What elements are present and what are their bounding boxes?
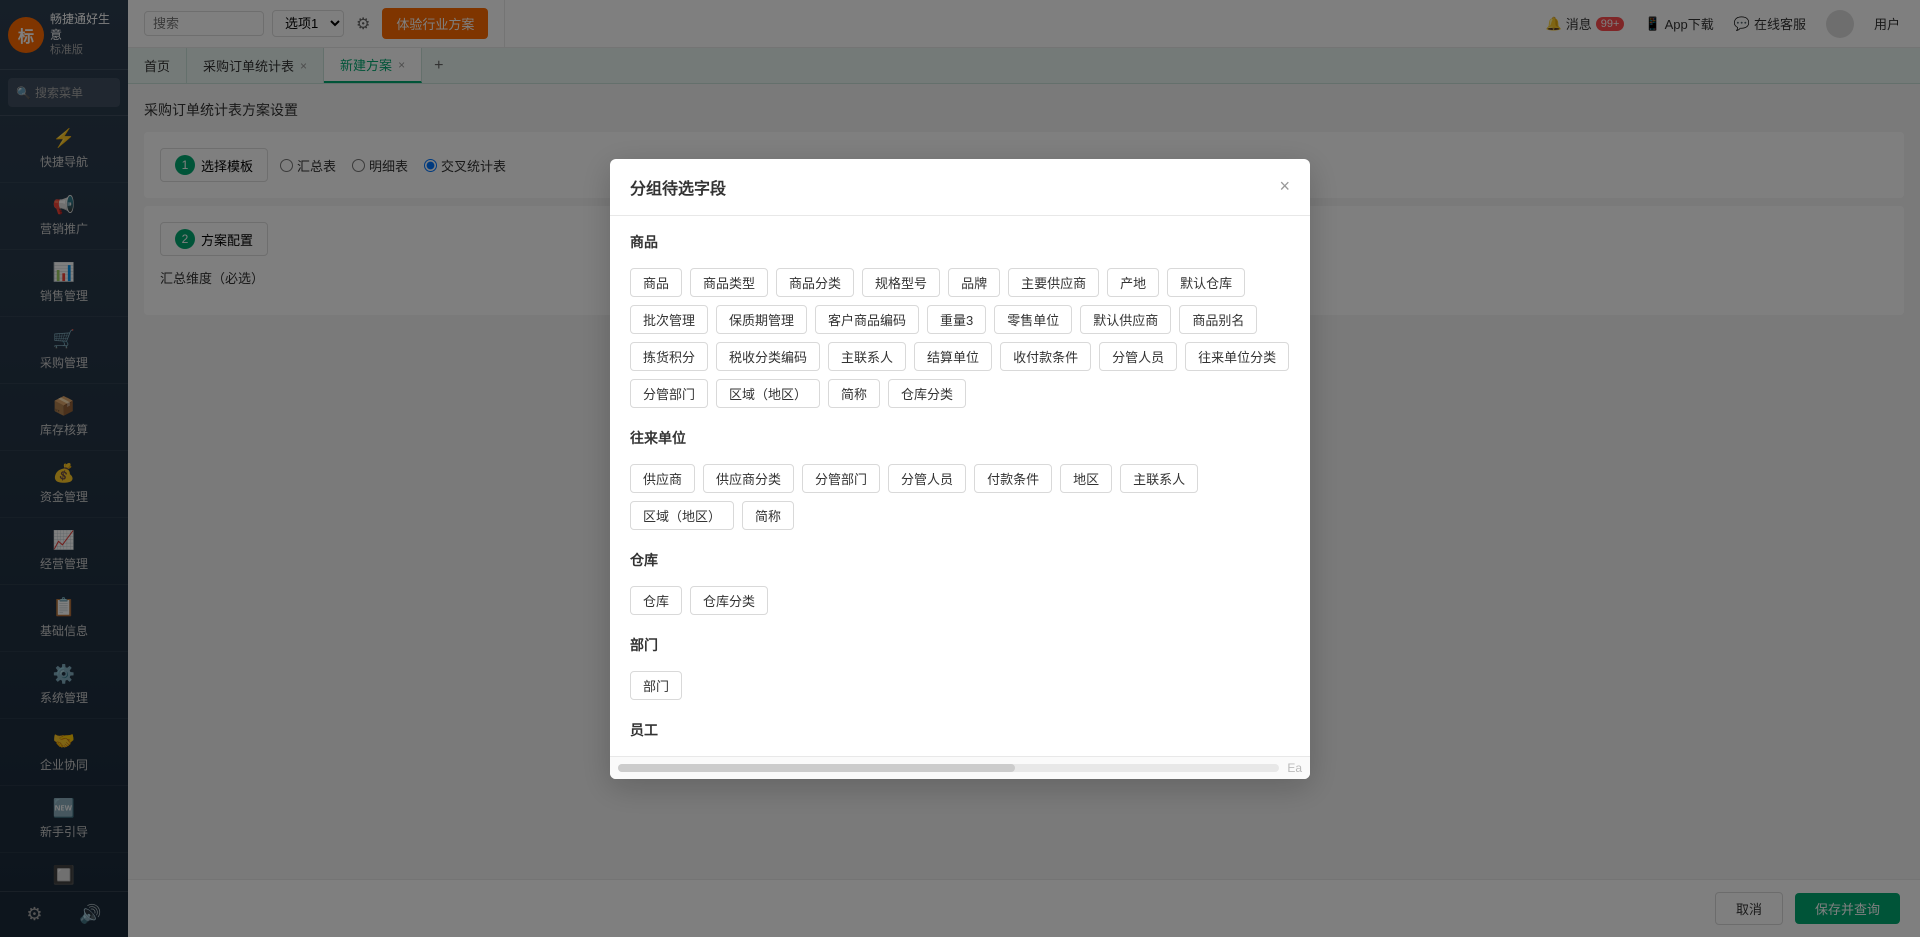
tag-pick-score[interactable]: 拣货积分 — [630, 342, 708, 371]
section-partner-title: 往来单位 — [630, 428, 1290, 454]
tag-tax-code[interactable]: 税收分类编码 — [716, 342, 820, 371]
section-department-tags: 部门 — [630, 671, 1290, 700]
tag-brand[interactable]: 品牌 — [948, 268, 1000, 297]
tag-commodity-cat[interactable]: 商品分类 — [776, 268, 854, 297]
tag-manager[interactable]: 分管人员 — [1099, 342, 1177, 371]
tag-wh-cat[interactable]: 仓库分类 — [690, 586, 768, 615]
tag-main-contact[interactable]: 主联系人 — [1120, 464, 1198, 493]
tag-payment-terms[interactable]: 收付款条件 — [1000, 342, 1091, 371]
section-staff-title: 员工 — [630, 720, 1290, 746]
tag-alias[interactable]: 商品别名 — [1179, 305, 1257, 334]
tag-commodity[interactable]: 商品 — [630, 268, 682, 297]
section-product-title: 商品 — [630, 232, 1290, 258]
tag-region[interactable]: 区域（地区） — [716, 379, 820, 408]
tag-area[interactable]: 地区 — [1060, 464, 1112, 493]
dialog-scrollbar-area: Ea — [610, 756, 1310, 779]
section-partner-tags: 供应商 供应商分类 分管部门 分管人员 付款条件 地区 主联系人 区域（地区） … — [630, 464, 1290, 530]
tag-default-warehouse[interactable]: 默认仓库 — [1167, 268, 1245, 297]
tag-manage-dept[interactable]: 分管部门 — [802, 464, 880, 493]
tag-spec-type[interactable]: 规格型号 — [862, 268, 940, 297]
tag-settle-unit[interactable]: 结算单位 — [914, 342, 992, 371]
tag-contact[interactable]: 主联系人 — [828, 342, 906, 371]
section-warehouse-tags: 仓库 仓库分类 — [630, 586, 1290, 615]
tag-default-supplier[interactable]: 默认供应商 — [1080, 305, 1171, 334]
tag-origin[interactable]: 产地 — [1107, 268, 1159, 297]
horizontal-scrollbar[interactable] — [618, 764, 1279, 772]
tag-supplier[interactable]: 供应商 — [630, 464, 695, 493]
section-product: 商品 商品 商品类型 商品分类 规格型号 品牌 主要供应商 产地 默认仓库 批次… — [630, 232, 1290, 408]
section-staff: 员工 业务员 — [630, 720, 1290, 756]
tag-wh[interactable]: 仓库 — [630, 586, 682, 615]
tag-manage-person[interactable]: 分管人员 — [888, 464, 966, 493]
section-warehouse-title: 仓库 — [630, 550, 1290, 576]
tag-retail-unit[interactable]: 零售单位 — [994, 305, 1072, 334]
tag-warehouse-cat[interactable]: 仓库分类 — [888, 379, 966, 408]
section-warehouse: 仓库 仓库 仓库分类 — [630, 550, 1290, 615]
tag-pay-terms[interactable]: 付款条件 — [974, 464, 1052, 493]
dialog-body: 商品 商品 商品类型 商品分类 规格型号 品牌 主要供应商 产地 默认仓库 批次… — [610, 216, 1310, 756]
tag-batch-mgmt[interactable]: 批次管理 — [630, 305, 708, 334]
section-product-tags: 商品 商品类型 商品分类 规格型号 品牌 主要供应商 产地 默认仓库 批次管理 … — [630, 268, 1290, 408]
section-partner: 往来单位 供应商 供应商分类 分管部门 分管人员 付款条件 地区 主联系人 区域… — [630, 428, 1290, 530]
tag-quality-mgmt[interactable]: 保质期管理 — [716, 305, 807, 334]
tag-short-name[interactable]: 简称 — [828, 379, 880, 408]
dialog-close-button[interactable]: × — [1279, 176, 1290, 197]
tag-supplier-cat[interactable]: 供应商分类 — [703, 464, 794, 493]
section-department-title: 部门 — [630, 635, 1290, 661]
tag-short-name2[interactable]: 简称 — [742, 501, 794, 530]
tag-commodity-type[interactable]: 商品类型 — [690, 268, 768, 297]
horizontal-scrollbar-thumb[interactable] — [618, 764, 1015, 772]
tag-weight3[interactable]: 重量3 — [927, 305, 986, 334]
dialog-title: 分组待选字段 — [630, 175, 726, 199]
tag-dept2[interactable]: 部门 — [630, 671, 682, 700]
field-select-dialog: 分组待选字段 × 商品 商品 商品类型 商品分类 规格型号 品牌 主要供应商 产… — [610, 159, 1310, 779]
section-department: 部门 部门 — [630, 635, 1290, 700]
tag-dept[interactable]: 分管部门 — [630, 379, 708, 408]
scroll-hint-text: Ea — [1287, 761, 1302, 775]
tag-unit-type[interactable]: 往来单位分类 — [1185, 342, 1289, 371]
tag-region2[interactable]: 区域（地区） — [630, 501, 734, 530]
tag-main-supplier[interactable]: 主要供应商 — [1008, 268, 1099, 297]
tag-customer-code[interactable]: 客户商品编码 — [815, 305, 919, 334]
dialog-header: 分组待选字段 × — [610, 159, 1310, 216]
